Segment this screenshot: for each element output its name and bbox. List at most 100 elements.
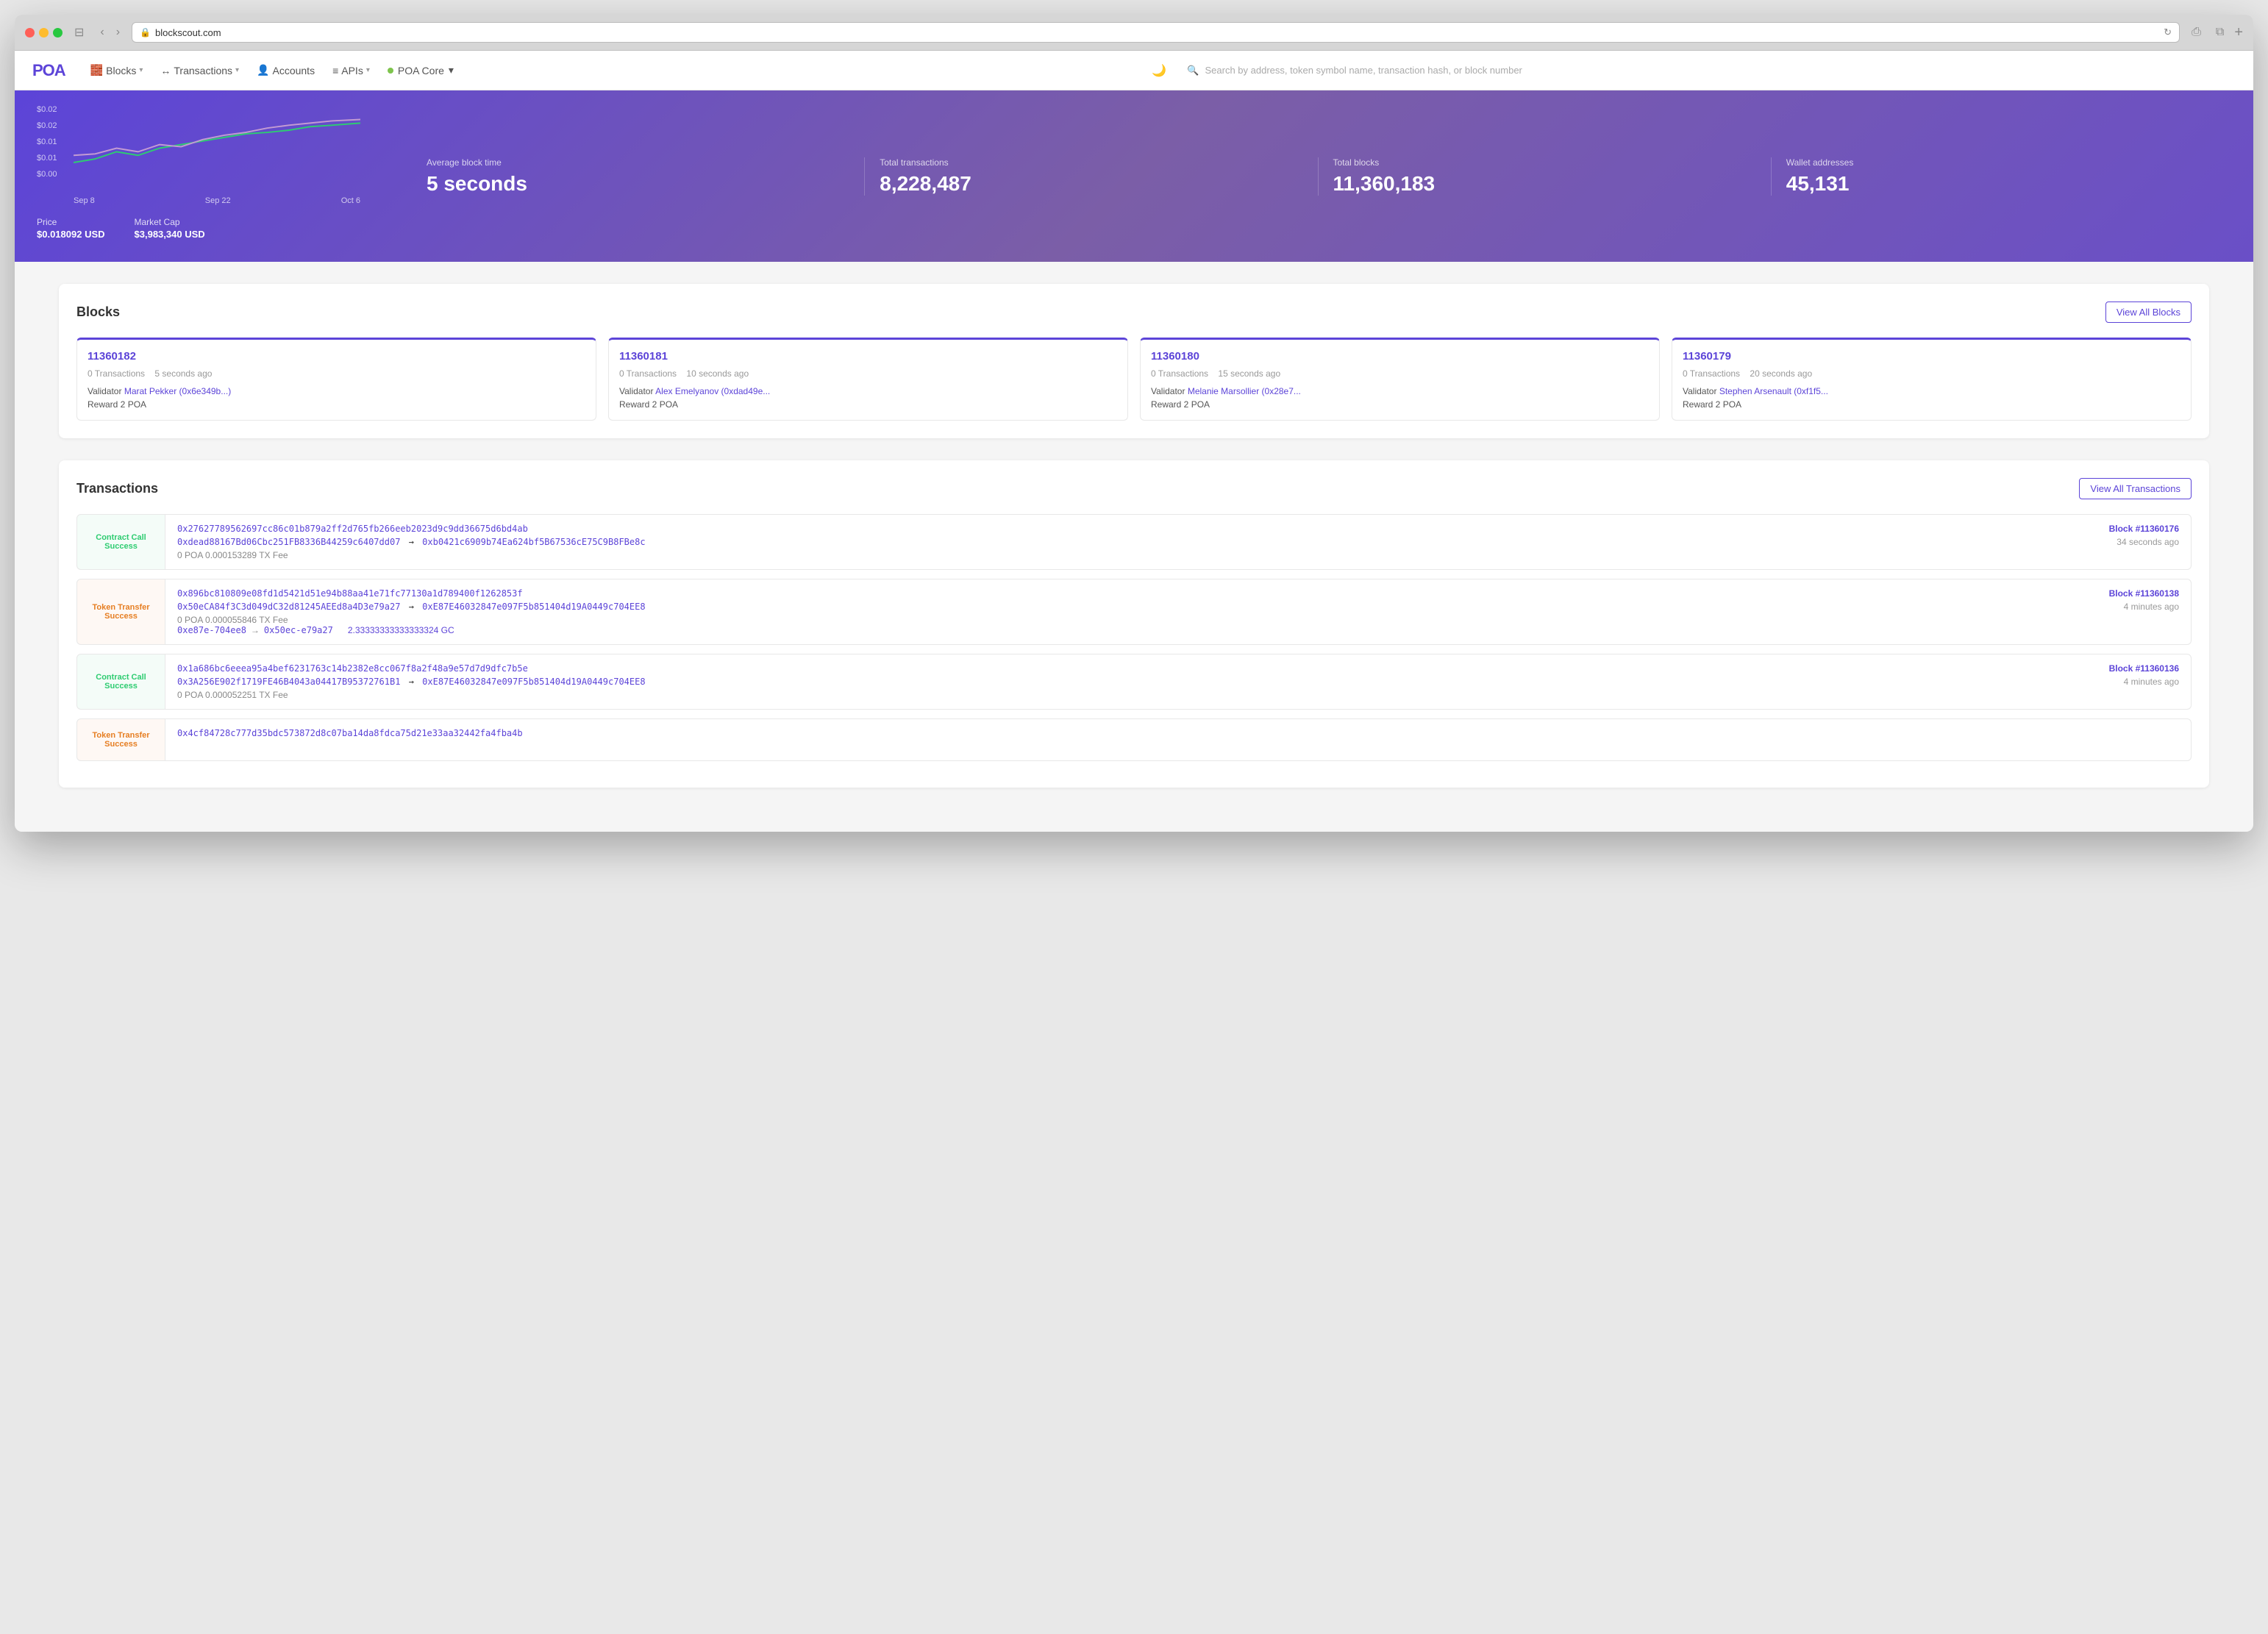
price-value: $0.018092 USD — [37, 229, 105, 240]
window-controls — [25, 28, 63, 38]
add-tab-button[interactable]: + — [2234, 24, 2243, 41]
tx-hash[interactable]: 0x4cf84728c777d35bdc573872d8c07ba14da8fd… — [177, 728, 2179, 738]
nav-network[interactable]: POA Core ▾ — [380, 60, 461, 81]
tx-block-link[interactable]: Block #11360176 — [2109, 524, 2179, 534]
block-number[interactable]: 11360182 — [88, 350, 585, 363]
transaction-item: Contract Call Success 0x1a686bc6eeea95a4… — [76, 654, 2192, 710]
tx-from[interactable]: 0x50eCA84f3C3d049dC32d81245AEEd8a4D3e79a… — [177, 602, 400, 612]
transactions-icon: ↔ — [160, 65, 171, 76]
chart-x-labels: Sep 8 Sep 22 Oct 6 — [37, 196, 360, 205]
search-icon: 🔍 — [1187, 65, 1199, 76]
tx-from[interactable]: 0x3A256E902f1719FE46B4043a04417B95372761… — [177, 677, 400, 687]
chart-y-label: $0.00 — [37, 170, 57, 179]
tx-to[interactable]: 0xE87E46032847e097F5b851404d19A0449c704E… — [422, 602, 645, 612]
validator-link[interactable]: Marat Pekker (0x6e349b...) — [124, 386, 231, 396]
tx-hash[interactable]: 0x1a686bc6eeea95a4bef6231763c14b2382e8cc… — [177, 663, 2086, 674]
view-all-blocks-button[interactable]: View All Blocks — [2105, 302, 2192, 323]
block-reward: Reward 2 POA — [1683, 399, 2180, 410]
tx-badge-contract-call: Contract Call Success — [77, 654, 165, 709]
nav-accounts[interactable]: 👤 Accounts — [249, 60, 322, 81]
tx-hash[interactable]: 0x27627789562697cc86c01b879a2ff2d765fb26… — [177, 524, 2086, 534]
block-meta: 0 Transactions 15 seconds ago — [1151, 368, 1649, 379]
url-text: blockscout.com — [155, 27, 221, 38]
block-validator: Validator Melanie Marsollier (0x28e7... — [1151, 386, 1649, 396]
close-button[interactable] — [25, 28, 35, 38]
chart-x-label: Oct 6 — [341, 196, 360, 205]
block-number[interactable]: 11360180 — [1151, 350, 1649, 363]
tx-hash[interactable]: 0x896bc810809e08fd1d5421d51e94b88aa41e71… — [177, 588, 2086, 599]
nav-transactions[interactable]: ↔ Transactions ▾ — [153, 60, 246, 81]
maximize-button[interactable] — [53, 28, 63, 38]
tx-to[interactable]: 0xE87E46032847e097F5b851404d19A0449c704E… — [422, 677, 645, 687]
tx-type-label: Contract Call — [96, 673, 146, 682]
sidebar-toggle-button[interactable]: ⊟ — [70, 24, 88, 41]
validator-link[interactable]: Melanie Marsollier (0x28e7... — [1188, 386, 1301, 396]
chart-svg — [74, 105, 360, 177]
tx-badge-contract-call: Contract Call Success — [77, 515, 165, 569]
stat-block-time: Average block time 5 seconds — [412, 157, 864, 196]
nav-blocks[interactable]: 🧱 Blocks ▾ — [83, 60, 151, 81]
stat-total-tx-value: 8,228,487 — [880, 172, 1302, 196]
stat-total-blocks-value: 11,360,183 — [1333, 172, 1756, 196]
dark-mode-toggle[interactable]: 🌙 — [1149, 60, 1169, 81]
minimize-button[interactable] — [39, 28, 49, 38]
block-number[interactable]: 11360181 — [619, 350, 1117, 363]
navbar: POA 🧱 Blocks ▾ ↔ Transactions ▾ 👤 Accoun… — [15, 51, 2253, 90]
apis-icon: ≡ — [332, 65, 338, 76]
price-chart: $0.02 $0.02 $0.01 $0.01 $0.00 Sep 8 — [15, 90, 382, 262]
tx-from[interactable]: 0xdead88167Bd06Cbc251FB8336B44259c6407dd… — [177, 537, 400, 547]
blocks-icon: 🧱 — [90, 64, 103, 76]
transactions-section: Transactions View All Transactions Contr… — [59, 460, 2209, 788]
block-validator: Validator Alex Emelyanov (0xdad49e... — [619, 386, 1117, 396]
chevron-down-icon: ▾ — [449, 64, 454, 76]
tx-body: 0x1a686bc6eeea95a4bef6231763c14b2382e8cc… — [165, 654, 2097, 709]
nav-apis[interactable]: ≡ APIs ▾ — [325, 60, 377, 81]
stat-wallet-value: 45,131 — [1786, 172, 2209, 196]
tx-count: 0 Transactions — [1151, 368, 1208, 379]
chevron-down-icon: ▾ — [139, 66, 143, 74]
stat-total-tx: Total transactions 8,228,487 — [864, 157, 1317, 196]
url-bar[interactable]: 🔒 blockscout.com ↻ — [132, 22, 2180, 43]
tx-to[interactable]: 0xb0421c6909b74Ea624bf5B67536cE75C9B8FBe… — [422, 537, 645, 547]
validator-link[interactable]: Stephen Arsenault (0xf1f5... — [1719, 386, 1828, 396]
tx-count: 0 Transactions — [619, 368, 677, 379]
share-button[interactable]: ⎙ — [2187, 24, 2205, 41]
tx-meta: Block #11360136 4 minutes ago — [2097, 654, 2191, 709]
view-all-transactions-button[interactable]: View All Transactions — [2079, 478, 2192, 499]
reload-icon[interactable]: ↻ — [2164, 26, 2172, 38]
tx-block-link[interactable]: Block #11360138 — [2109, 588, 2179, 599]
block-meta: 0 Transactions 20 seconds ago — [1683, 368, 2180, 379]
transactions-list: Contract Call Success 0x27627789562697cc… — [76, 514, 2192, 770]
tx-fee: 0 POA 0.000052251 TX Fee — [177, 690, 2086, 700]
search-bar[interactable]: 🔍 Search by address, token symbol name, … — [1187, 65, 2236, 76]
block-reward: Reward 2 POA — [1151, 399, 1649, 410]
stat-total-blocks-label: Total blocks — [1333, 157, 1756, 168]
back-button[interactable]: ‹ — [96, 24, 108, 40]
hero-stats: Average block time 5 seconds Total trans… — [382, 90, 2253, 262]
chart-x-label: Sep 8 — [74, 196, 95, 205]
blocks-title: Blocks — [76, 304, 120, 320]
block-validator: Validator Marat Pekker (0x6e349b...) — [88, 386, 585, 396]
new-tab-button[interactable]: ⧉ — [2211, 24, 2228, 41]
nav-blocks-label: Blocks — [106, 65, 136, 76]
browser-toolbar: ⊟ ‹ › 🔒 blockscout.com ↻ ⎙ ⧉ + — [15, 15, 2253, 51]
hero-section: $0.02 $0.02 $0.01 $0.01 $0.00 Sep 8 — [15, 90, 2253, 262]
nav-network-label: POA Core — [398, 65, 444, 76]
time-ago: 5 seconds ago — [154, 368, 212, 379]
tx-time: 4 minutes ago — [2109, 602, 2179, 612]
transactions-title: Transactions — [76, 481, 158, 496]
validator-link[interactable]: Alex Emelyanov (0xdad49e... — [655, 386, 770, 396]
tx-fee: 0 POA 0.000055846 TX Fee — [177, 615, 2086, 625]
tx-gc-from[interactable]: 0xe87e-704ee8 — [177, 625, 246, 635]
forward-button[interactable]: › — [112, 24, 124, 40]
blocks-section: Blocks View All Blocks 11360182 0 Transa… — [59, 284, 2209, 438]
time-ago: 10 seconds ago — [686, 368, 749, 379]
time-ago: 15 seconds ago — [1218, 368, 1280, 379]
tx-body: 0x896bc810809e08fd1d5421d51e94b88aa41e71… — [165, 579, 2097, 644]
tx-gc-to[interactable]: 0x50ec-e79a27 — [264, 625, 333, 635]
block-number[interactable]: 11360179 — [1683, 350, 2180, 363]
nav-apis-label: APIs — [341, 65, 363, 76]
stat-block-time-value: 5 seconds — [427, 172, 849, 196]
block-card: 11360180 0 Transactions 15 seconds ago V… — [1140, 338, 1660, 421]
tx-block-link[interactable]: Block #11360136 — [2109, 663, 2179, 674]
